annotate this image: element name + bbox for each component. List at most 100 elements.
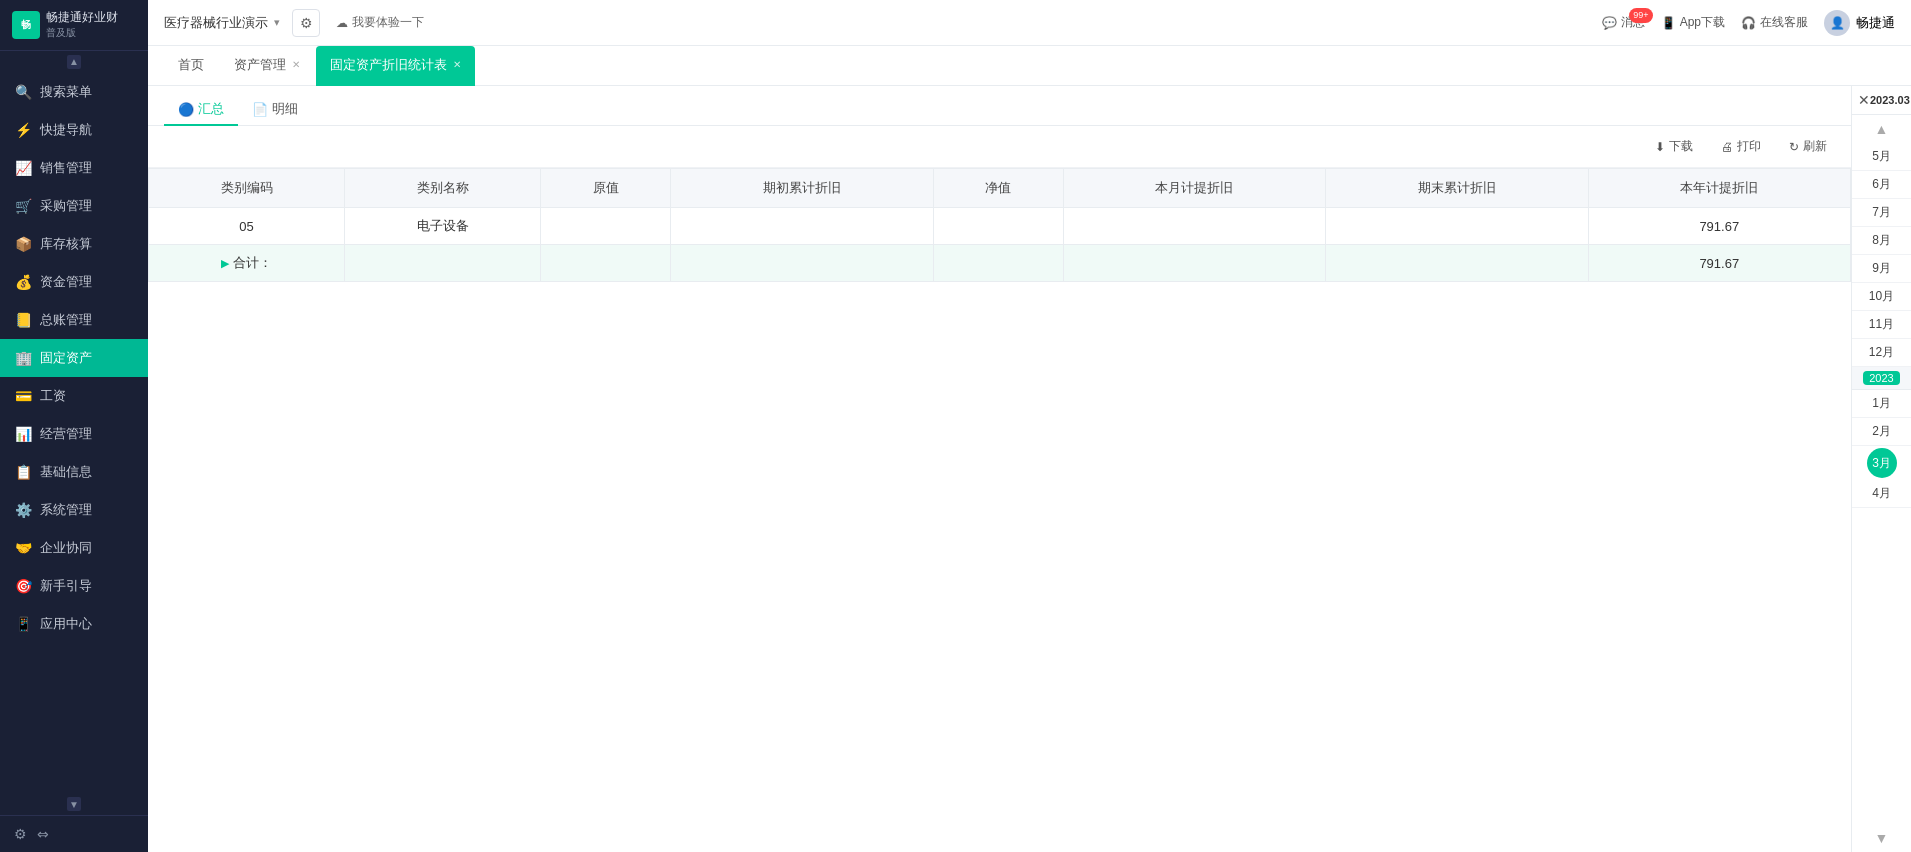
total-initial-accumulated (671, 245, 933, 282)
date-month-item[interactable]: 1月 (1852, 390, 1911, 418)
company-selector[interactable]: 医疗器械行业演示 ▾ (164, 14, 280, 32)
operations-icon: 📊 (14, 425, 32, 443)
tab-label: 首页 (178, 56, 204, 74)
sidebar-item-payroll[interactable]: 💳 工资 (0, 377, 148, 415)
sidebar-item-label: 固定资产 (40, 349, 92, 367)
sidebar-item-enterprise[interactable]: 🤝 企业协同 (0, 529, 148, 567)
close-panel-button[interactable]: ✕ (1858, 92, 1870, 108)
sidebar-scroll-down[interactable]: ▼ (0, 793, 148, 815)
sidebar-item-operations[interactable]: 📊 经营管理 (0, 415, 148, 453)
customer-service-button[interactable]: 🎧 在线客服 (1741, 14, 1808, 31)
date-month-item[interactable]: 4月 (1852, 480, 1911, 508)
tab-close-icon[interactable]: ✕ (453, 59, 461, 70)
date-panel: ✕ 2023.03 ⛶ ▲ 5月6月7月8月9月10月11月12月20231月2… (1851, 86, 1911, 852)
service-icon: 🎧 (1741, 16, 1756, 30)
collapse-icon[interactable]: ⇔ (37, 826, 49, 842)
sidebar-item-label: 采购管理 (40, 197, 92, 215)
sidebar-item-basic-info[interactable]: 📋 基础信息 (0, 453, 148, 491)
total-net-value (933, 245, 1063, 282)
sidebar-item-search[interactable]: 🔍 搜索菜单 (0, 73, 148, 111)
company-name: 医疗器械行业演示 (164, 14, 268, 32)
sidebar-nav: 🔍 搜索菜单 ⚡ 快捷导航 📈 销售管理 🛒 采购管理 📦 库存核算 💰 资金管… (0, 73, 148, 793)
total-label-cell: ▶ 合计： (149, 245, 345, 282)
settings-button[interactable]: ⚙ (292, 9, 320, 37)
refresh-icon: ↻ (1789, 140, 1799, 154)
sub-tab-summary[interactable]: 🔵 汇总 (164, 94, 238, 126)
expand-icon[interactable]: ▶ (221, 257, 229, 270)
date-month-item[interactable]: 2月 (1852, 418, 1911, 446)
date-month-item[interactable]: 3月 (1867, 448, 1897, 478)
sub-tab-detail[interactable]: 📄 明细 (238, 94, 312, 126)
basic-info-icon: 📋 (14, 463, 32, 481)
app-download-button[interactable]: 📱 App下载 (1661, 14, 1725, 31)
date-month-item[interactable]: 9月 (1852, 255, 1911, 283)
sidebar-item-ledger[interactable]: 📒 总账管理 (0, 301, 148, 339)
refresh-button[interactable]: ↻ 刷新 (1781, 134, 1835, 159)
sidebar-item-system[interactable]: ⚙️ 系统管理 (0, 491, 148, 529)
date-scroll-down-button[interactable]: ▼ (1869, 824, 1895, 852)
settings-icon[interactable]: ⚙ (14, 826, 27, 842)
tab-depreciation[interactable]: 固定资产折旧统计表✕ (316, 46, 475, 86)
purchase-icon: 🛒 (14, 197, 32, 215)
app-title-group: 畅捷通好业财 普及版 (46, 10, 118, 40)
messages-button[interactable]: 💬 消息 99+ (1602, 14, 1645, 31)
col-period-end: 期末累计折旧 (1326, 169, 1588, 208)
gear-icon: ⚙ (300, 15, 313, 31)
sub-tabs: 🔵 汇总 📄 明细 (148, 86, 1851, 126)
experience-label: 我要体验一下 (352, 14, 424, 31)
tab-close-icon[interactable]: ✕ (292, 59, 300, 70)
sidebar-item-quick-nav[interactable]: ⚡ 快捷导航 (0, 111, 148, 149)
date-panel-header: ✕ 2023.03 ⛶ (1852, 86, 1911, 115)
col-annual-depreciation: 本年计提折旧 (1588, 169, 1850, 208)
cell-name: 电子设备 (345, 208, 541, 245)
sidebar-footer-actions: ⚙ ⇔ (14, 826, 49, 842)
date-scroll-up-button[interactable]: ▲ (1869, 115, 1895, 143)
date-month-item[interactable]: 8月 (1852, 227, 1911, 255)
cell-initial-accumulated (671, 208, 933, 245)
cell-monthly-depreciation (1063, 208, 1325, 245)
app-logo: 畅 (12, 11, 40, 39)
avatar: 👤 (1824, 10, 1850, 36)
tab-label: 资产管理 (234, 56, 286, 74)
date-month-item[interactable]: 12月 (1852, 339, 1911, 367)
total-row: ▶ 合计： 791.67 (149, 245, 1851, 282)
sidebar-item-finance[interactable]: 💰 资金管理 (0, 263, 148, 301)
content-area: 🔵 汇总 📄 明细 ⬇ 下载 🖨 打印 ↻ 刷新 (148, 86, 1911, 852)
user-menu[interactable]: 👤 畅捷通 (1824, 10, 1895, 36)
col-monthly-depreciation: 本月计提折旧 (1063, 169, 1325, 208)
sidebar-scroll-up[interactable]: ▲ (0, 51, 148, 73)
ledger-icon: 📒 (14, 311, 32, 329)
download-icon: ⬇ (1655, 140, 1665, 154)
experience-button[interactable]: ☁ 我要体验一下 (336, 14, 424, 31)
date-month-item[interactable]: 10月 (1852, 283, 1911, 311)
scroll-up-icon[interactable]: ▲ (67, 55, 81, 69)
sidebar-item-sales[interactable]: 📈 销售管理 (0, 149, 148, 187)
tab-asset-mgmt[interactable]: 资产管理 ✕ (220, 46, 314, 86)
date-month-item[interactable]: 5月 (1852, 143, 1911, 171)
app-center-icon: 📱 (14, 615, 32, 633)
sidebar-item-label: 搜索菜单 (40, 83, 92, 101)
enterprise-icon: 🤝 (14, 539, 32, 557)
sidebar-item-label: 基础信息 (40, 463, 92, 481)
sidebar-item-guide[interactable]: 🎯 新手引导 (0, 567, 148, 605)
total-annual-depreciation: 791.67 (1588, 245, 1850, 282)
tab-home[interactable]: 首页 (164, 46, 218, 86)
date-month-item[interactable]: 7月 (1852, 199, 1911, 227)
sidebar-item-purchase[interactable]: 🛒 采购管理 (0, 187, 148, 225)
sidebar-item-app-center[interactable]: 📱 应用中心 (0, 605, 148, 643)
sidebar-item-label: 企业协同 (40, 539, 92, 557)
message-icon: 💬 (1602, 16, 1617, 30)
scroll-down-icon[interactable]: ▼ (67, 797, 81, 811)
date-month-item[interactable]: 11月 (1852, 311, 1911, 339)
search-icon: 🔍 (14, 83, 32, 101)
sidebar-item-label: 销售管理 (40, 159, 92, 177)
sidebar-item-inventory[interactable]: 📦 库存核算 (0, 225, 148, 263)
app-title: 畅捷通好业财 (46, 10, 118, 26)
cell-period-end (1326, 208, 1588, 245)
sidebar-item-fixed-assets[interactable]: 🏢 固定资产 (0, 339, 148, 377)
print-button[interactable]: 🖨 打印 (1713, 134, 1769, 159)
sidebar-item-label: 工资 (40, 387, 66, 405)
col-name: 类别名称 (345, 169, 541, 208)
download-button[interactable]: ⬇ 下载 (1647, 134, 1701, 159)
date-month-item[interactable]: 6月 (1852, 171, 1911, 199)
